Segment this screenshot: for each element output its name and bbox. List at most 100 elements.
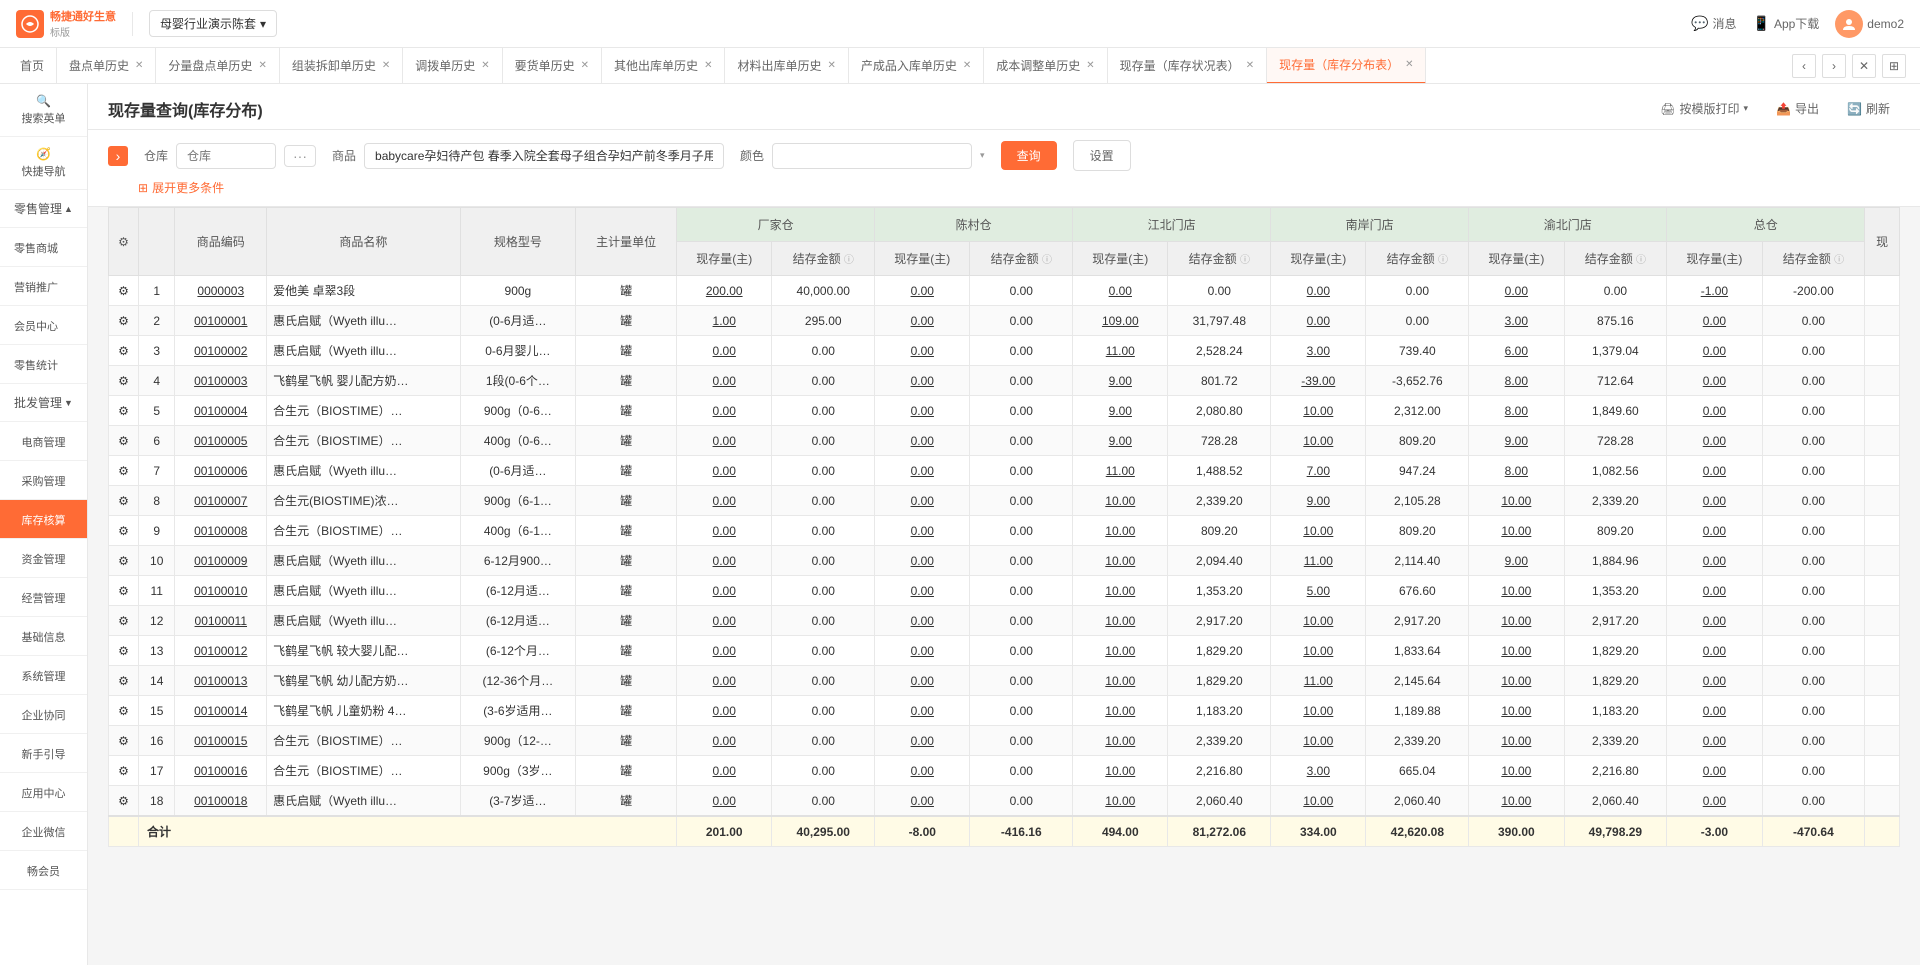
cell-code: 00100014 xyxy=(175,696,267,726)
cell-settings[interactable]: ⚙ xyxy=(109,396,139,426)
table-row: ⚙ 5 00100004 合生元（BIOSTIME）… 900g（0-6… 罐 … xyxy=(109,396,1900,426)
sidebar-item-enterprise[interactable]: 企业协同 xyxy=(0,695,87,734)
cell-no: 3 xyxy=(139,336,175,366)
cell-tot-amt: -200.00 xyxy=(1762,276,1865,306)
tab-6[interactable]: 其他出库单历史 ✕ xyxy=(602,48,725,84)
cell-tot-stock: 0.00 xyxy=(1667,666,1762,696)
tab-home[interactable]: 首页 xyxy=(8,48,57,84)
cell-jb-stock: 11.00 xyxy=(1073,456,1168,486)
sidebar-item-nav[interactable]: 🧭 快捷导航 xyxy=(0,137,87,190)
sidebar-item-member[interactable]: 会员中心 xyxy=(0,306,87,345)
app-download-btn[interactable]: 📱 App下载 xyxy=(1753,15,1820,32)
sidebar-item-wechat[interactable]: 企业微信 xyxy=(0,812,87,851)
sidebar-item-guide[interactable]: 新手引导 xyxy=(0,734,87,773)
product-input[interactable] xyxy=(364,143,724,169)
cell-c-amt: 0.00 xyxy=(970,516,1073,546)
cell-settings[interactable]: ⚙ xyxy=(109,336,139,366)
cell-unit: 罐 xyxy=(576,666,677,696)
tab-close-all-btn[interactable]: ✕ xyxy=(1852,54,1876,78)
sidebar-item-wholesale[interactable]: 批发管理 ▼ xyxy=(0,384,87,422)
cell-settings[interactable]: ⚙ xyxy=(109,786,139,817)
sidebar-item-inventory[interactable]: 库存核算 xyxy=(0,500,87,539)
cell-f-amt: 40,000.00 xyxy=(772,276,875,306)
cell-settings[interactable]: ⚙ xyxy=(109,306,139,336)
cell-settings[interactable]: ⚙ xyxy=(109,756,139,786)
summary-na-amt: 42,620.08 xyxy=(1366,816,1469,847)
sidebar-item-retail-stats[interactable]: 零售统计 xyxy=(0,345,87,384)
export-btn[interactable]: 📤 导出 xyxy=(1766,96,1829,121)
table-row: ⚙ 13 00100012 飞鹤星飞帆 较大婴儿配… (6-12个月… 罐 0.… xyxy=(109,636,1900,666)
warehouse-dots-btn[interactable]: ··· xyxy=(284,145,316,167)
print-btn[interactable]: 🖨 按模版打印 ▾ xyxy=(1650,96,1758,121)
cell-settings[interactable]: ⚙ xyxy=(109,636,139,666)
th-tot-stock: 现存量(主) xyxy=(1667,242,1762,276)
collapse-arrow[interactable]: › xyxy=(108,146,128,166)
cell-na-stock: 10.00 xyxy=(1271,606,1366,636)
refresh-btn[interactable]: 🔄 刷新 xyxy=(1837,96,1900,121)
tab-prev-btn[interactable]: ‹ xyxy=(1792,54,1816,78)
sidebar-item-member2[interactable]: 畅会员 xyxy=(0,851,87,890)
tab-2[interactable]: 分量盘点单历史 ✕ xyxy=(156,48,279,84)
tab-8[interactable]: 产成品入库单历史 ✕ xyxy=(849,48,984,84)
sidebar-item-marketing[interactable]: 营销推广 xyxy=(0,267,87,306)
th-yb-stock: 现存量(主) xyxy=(1469,242,1564,276)
cell-settings[interactable]: ⚙ xyxy=(109,516,139,546)
tab-expand-btn[interactable]: ⊞ xyxy=(1882,54,1906,78)
tab-4[interactable]: 调拨单历史 ✕ xyxy=(403,48,502,84)
cell-settings[interactable]: ⚙ xyxy=(109,456,139,486)
cell-settings[interactable]: ⚙ xyxy=(109,366,139,396)
sidebar-item-apps[interactable]: 应用中心 xyxy=(0,773,87,812)
cell-settings[interactable]: ⚙ xyxy=(109,726,139,756)
user-avatar[interactable]: demo2 xyxy=(1835,10,1904,38)
tab-next-btn[interactable]: › xyxy=(1822,54,1846,78)
sidebar-item-system[interactable]: 系统管理 xyxy=(0,656,87,695)
tab-9[interactable]: 成本调整单历史 ✕ xyxy=(984,48,1107,84)
cell-c-stock: 0.00 xyxy=(875,576,970,606)
cell-settings[interactable]: ⚙ xyxy=(109,666,139,696)
expand-conditions-btn[interactable]: ⊞ 展开更多条件 xyxy=(138,179,1900,196)
query-btn[interactable]: 查询 xyxy=(1001,141,1057,170)
cell-settings[interactable]: ⚙ xyxy=(109,606,139,636)
warehouse-input[interactable] xyxy=(176,143,276,169)
color-dropdown-btn[interactable]: ▾ xyxy=(980,150,985,161)
cell-f-amt: 0.00 xyxy=(772,696,875,726)
sidebar-item-retail-mgmt[interactable]: 零售管理 ▲ xyxy=(0,190,87,228)
cell-na-stock: 10.00 xyxy=(1271,396,1366,426)
sidebar-item-ecommerce[interactable]: 电商管理 xyxy=(0,422,87,461)
cell-code: 00100008 xyxy=(175,516,267,546)
settings-btn[interactable]: 设置 xyxy=(1073,140,1131,171)
cell-settings[interactable]: ⚙ xyxy=(109,576,139,606)
sidebar-item-retail-mall[interactable]: 零售商城 xyxy=(0,228,87,267)
cell-tot-amt: 0.00 xyxy=(1762,726,1865,756)
sidebar-item-purchase[interactable]: 采购管理 xyxy=(0,461,87,500)
cell-na-amt: 2,060.40 xyxy=(1366,786,1469,817)
cell-yb-stock: 10.00 xyxy=(1469,636,1564,666)
cell-settings[interactable]: ⚙ xyxy=(109,426,139,456)
cell-f-stock: 0.00 xyxy=(677,426,772,456)
cell-code: 00100003 xyxy=(175,366,267,396)
cell-settings[interactable]: ⚙ xyxy=(109,696,139,726)
tab-10[interactable]: 现存量（库存状况表） ✕ xyxy=(1108,48,1267,84)
tab-3[interactable]: 组装拆卸单历史 ✕ xyxy=(280,48,403,84)
cell-jb-amt: 1,353.20 xyxy=(1168,576,1271,606)
cell-tot-stock: 0.00 xyxy=(1667,336,1762,366)
tab-11[interactable]: 现存量（库存分布表） ✕ xyxy=(1267,48,1426,84)
cell-settings[interactable]: ⚙ xyxy=(109,486,139,516)
cell-jb-amt: 728.28 xyxy=(1168,426,1271,456)
message-btn[interactable]: 💬 消息 xyxy=(1691,15,1736,32)
cell-settings[interactable]: ⚙ xyxy=(109,276,139,306)
color-input[interactable] xyxy=(772,143,972,169)
industry-selector[interactable]: 母婴行业演示陈套 ▾ xyxy=(149,10,277,37)
cell-settings[interactable]: ⚙ xyxy=(109,546,139,576)
sidebar-item-basic[interactable]: 基础信息 xyxy=(0,617,87,656)
sidebar-item-operation[interactable]: 经营管理 xyxy=(0,578,87,617)
cell-na-amt: 809.20 xyxy=(1366,516,1469,546)
cell-unit: 罐 xyxy=(576,456,677,486)
sidebar-item-finance[interactable]: 资金管理 xyxy=(0,539,87,578)
tab-1[interactable]: 盘点单历史 ✕ xyxy=(57,48,156,84)
cell-no: 15 xyxy=(139,696,175,726)
cell-f-stock: 0.00 xyxy=(677,336,772,366)
tab-5[interactable]: 要货单历史 ✕ xyxy=(503,48,602,84)
sidebar-item-search[interactable]: 🔍 搜索英单 xyxy=(0,84,87,137)
tab-7[interactable]: 材料出库单历史 ✕ xyxy=(725,48,848,84)
